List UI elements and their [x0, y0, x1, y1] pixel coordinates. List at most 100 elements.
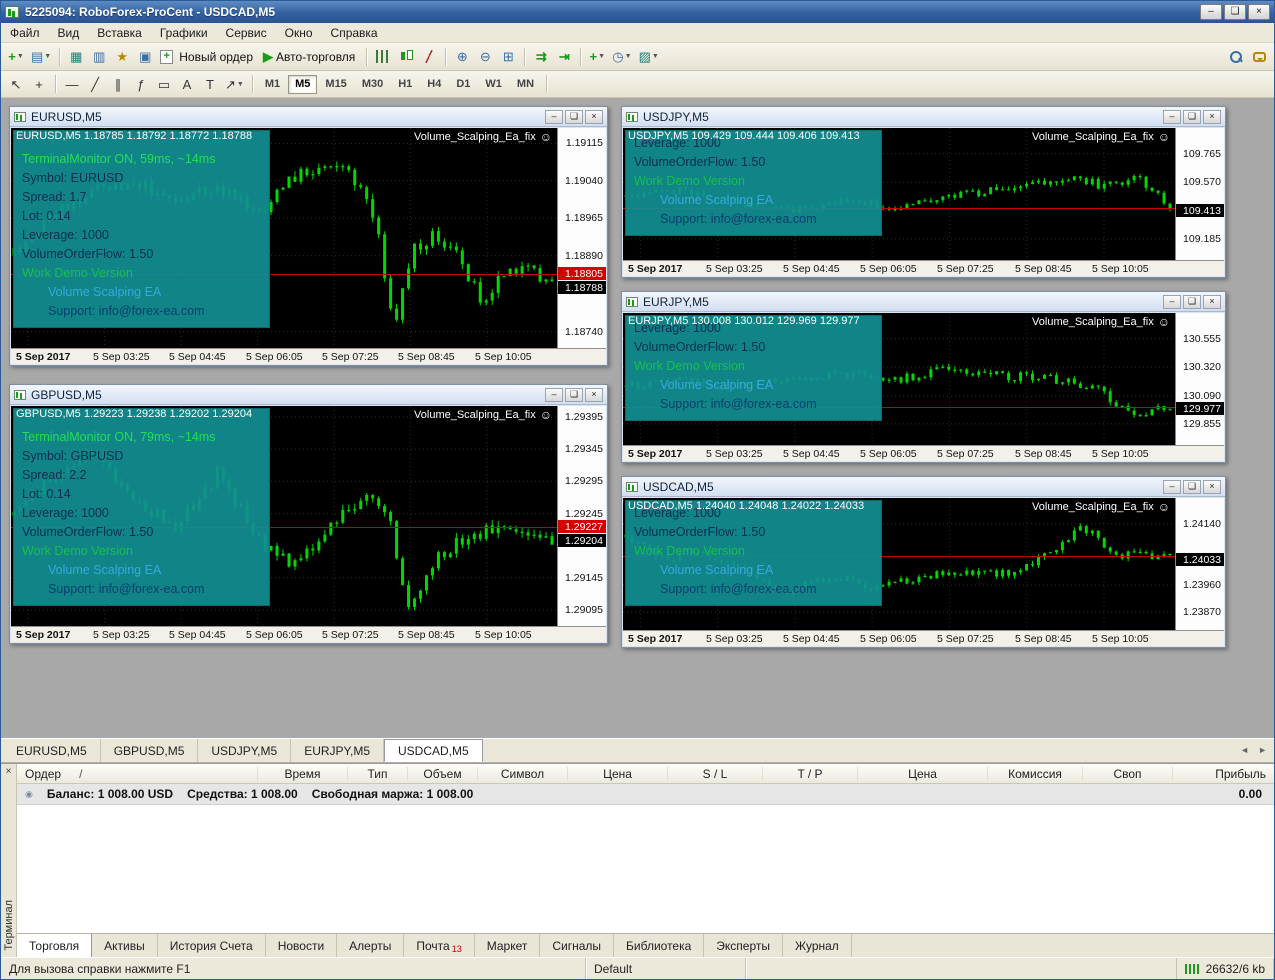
data-window-button[interactable]: ▥: [88, 46, 110, 68]
menu-item-file[interactable]: Файл: [1, 24, 49, 42]
chart-minimize-button[interactable]: –: [1163, 109, 1181, 124]
chart-tab-usdjpy[interactable]: USDJPY,M5: [198, 739, 292, 762]
new-chart-button[interactable]: + ▼: [5, 46, 27, 68]
zoom-out-button[interactable]: ⊖: [474, 46, 496, 68]
chart-window-titlebar[interactable]: USDCAD,M5 – ❏ ×: [622, 477, 1225, 497]
chart-window-titlebar[interactable]: EURJPY,M5 – ❏ ×: [622, 292, 1225, 312]
terminal-button[interactable]: ▣: [134, 46, 156, 68]
price-scale[interactable]: 109.765 109.570 109.185 109.413: [1175, 128, 1224, 260]
window-close-button[interactable]: ×: [1248, 4, 1270, 20]
chart-canvas[interactable]: Leverage: 1000 VolumeOrderFlow: 1.50 Work …: [623, 498, 1175, 630]
terminal-tab-сигналы[interactable]: Сигналы: [540, 934, 615, 957]
timeframe-button-h4[interactable]: H4: [420, 75, 448, 94]
text-label-button[interactable]: T: [199, 73, 221, 95]
window-titlebar[interactable]: 5225094: RoboForex-ProCent - USDCAD,M5 –…: [1, 1, 1274, 23]
bar-chart-button[interactable]: [372, 46, 394, 68]
chart-canvas[interactable]: TerminalMonitor ON, 79ms, ~14ms Symbol: G…: [11, 406, 557, 626]
new-order-button[interactable]: + Новый ордер: [157, 46, 259, 68]
terminal-column-5[interactable]: Цена: [567, 766, 667, 781]
channel-button[interactable]: ∥: [107, 73, 129, 95]
price-scale[interactable]: 1.29395 1.29345 1.29295 1.29245 1.29145 1.290…: [557, 406, 606, 626]
text-button[interactable]: A: [176, 73, 198, 95]
timeframe-button-h1[interactable]: H1: [391, 75, 419, 94]
timeframe-button-d1[interactable]: D1: [449, 75, 477, 94]
candlestick-chart-button[interactable]: [395, 46, 417, 68]
chart-window-titlebar[interactable]: EURUSD,M5 – ❏ ×: [10, 107, 607, 127]
chart-window-titlebar[interactable]: USDJPY,M5 – ❏ ×: [622, 107, 1225, 127]
terminal-tab-эксперты[interactable]: Эксперты: [704, 934, 784, 957]
chart-window-titlebar[interactable]: GBPUSD,M5 – ❏ ×: [10, 385, 607, 405]
terminal-tab-история-счета[interactable]: История Счета: [158, 934, 266, 957]
chart-minimize-button[interactable]: –: [1163, 479, 1181, 494]
menu-item-help[interactable]: Справка: [322, 24, 387, 42]
tile-windows-button[interactable]: ⊞: [497, 46, 519, 68]
chart-close-button[interactable]: ×: [1203, 294, 1221, 309]
terminal-column-4[interactable]: Символ: [477, 766, 567, 781]
time-axis[interactable]: 5 Sep 2017 5 Sep 03:25 5 Sep 04:45 5 Sep 06…: [623, 445, 1224, 461]
auto-scroll-button[interactable]: ⇉: [530, 46, 552, 68]
tab-scroll-right-button[interactable]: ►: [1255, 744, 1270, 756]
terminal-tab-журнал[interactable]: Журнал: [783, 934, 852, 957]
window-minimize-button[interactable]: –: [1200, 4, 1222, 20]
terminal-column-11[interactable]: Прибыль: [1172, 766, 1274, 781]
chart-tab-eurjpy[interactable]: EURJPY,M5: [291, 739, 384, 762]
terminal-column-8[interactable]: Цена: [857, 766, 987, 781]
chart-canvas[interactable]: Leverage: 1000 VolumeOrderFlow: 1.50 Work …: [623, 128, 1175, 260]
status-profile[interactable]: Default: [586, 958, 746, 979]
price-scale[interactable]: 1.24140 1.23960 1.23870 1.24033: [1175, 498, 1224, 630]
chart-tab-eurusd[interactable]: EURUSD,M5: [3, 739, 101, 762]
market-watch-button[interactable]: ▦: [65, 46, 87, 68]
terminal-tab-маркет[interactable]: Маркет: [475, 934, 541, 957]
terminal-tab-алерты[interactable]: Алерты: [337, 934, 405, 957]
chart-close-button[interactable]: ×: [1203, 479, 1221, 494]
chart-tab-gbpusd[interactable]: GBPUSD,M5: [101, 739, 199, 762]
chart-canvas[interactable]: TerminalMonitor ON, 59ms, ~14ms Symbol: E…: [11, 128, 557, 348]
window-restore-button[interactable]: ❏: [1224, 4, 1246, 20]
chat-button[interactable]: [1248, 46, 1270, 68]
profiles-button[interactable]: ▤ ▼: [28, 46, 54, 68]
terminal-tab-новости[interactable]: Новости: [266, 934, 338, 957]
chart-close-button[interactable]: ×: [585, 387, 603, 402]
timeframe-button-m15[interactable]: M15: [318, 75, 353, 94]
chart-minimize-button[interactable]: –: [545, 387, 563, 402]
terminal-column-0[interactable]: Ордер /: [17, 767, 257, 781]
menu-item-view[interactable]: Вид: [49, 24, 89, 42]
chart-restore-button[interactable]: ❏: [1183, 294, 1201, 309]
timeframe-button-m5[interactable]: M5: [288, 74, 318, 94]
menu-item-window[interactable]: Окно: [276, 24, 322, 42]
chart-minimize-button[interactable]: –: [545, 109, 563, 124]
chart-minimize-button[interactable]: –: [1163, 294, 1181, 309]
shapes-button[interactable]: ▭: [153, 73, 175, 95]
timeframe-button-w1[interactable]: W1: [478, 75, 509, 94]
arrows-button[interactable]: ↗ ▼: [222, 73, 247, 95]
auto-trading-button[interactable]: ▶ Авто-торговля: [260, 46, 361, 68]
trendline-button[interactable]: ╱: [84, 73, 106, 95]
time-axis[interactable]: 5 Sep 2017 5 Sep 03:25 5 Sep 04:45 5 Sep 06…: [623, 630, 1224, 646]
menu-item-service[interactable]: Сервис: [217, 24, 276, 42]
chart-tab-usdcad[interactable]: USDCAD,M5: [384, 739, 483, 762]
terminal-tab-библиотека[interactable]: Библиотека: [614, 934, 705, 957]
horizontal-line-button[interactable]: —: [61, 73, 83, 95]
menu-item-charts[interactable]: Графики: [151, 24, 217, 42]
line-chart-button[interactable]: [418, 46, 440, 68]
chart-restore-button[interactable]: ❏: [1183, 479, 1201, 494]
timeframe-button-m1[interactable]: M1: [258, 75, 287, 94]
time-axis[interactable]: 5 Sep 2017 5 Sep 03:25 5 Sep 04:45 5 Sep 06…: [623, 260, 1224, 276]
chart-restore-button[interactable]: ❏: [565, 109, 583, 124]
chart-restore-button[interactable]: ❏: [565, 387, 583, 402]
terminal-column-6[interactable]: S / L: [667, 766, 762, 781]
periods-button[interactable]: ◷ ▼: [609, 46, 634, 68]
price-scale[interactable]: 130.555 130.320 130.090 129.855 129.977: [1175, 313, 1224, 445]
terminal-close-icon[interactable]: ×: [6, 764, 12, 779]
chart-close-button[interactable]: ×: [1203, 109, 1221, 124]
terminal-column-1[interactable]: Время: [257, 766, 347, 781]
terminal-tab-активы[interactable]: Активы: [92, 934, 158, 957]
tab-scroll-left-button[interactable]: ◄: [1237, 744, 1252, 756]
terminal-tab-почта[interactable]: Почта 13: [404, 934, 475, 957]
cursor-button[interactable]: ↖: [5, 73, 27, 95]
templates-button[interactable]: ▨ ▼: [636, 46, 662, 68]
indicators-button[interactable]: + ▼: [586, 46, 608, 68]
search-button[interactable]: [1225, 46, 1247, 68]
chart-restore-button[interactable]: ❏: [1183, 109, 1201, 124]
time-axis[interactable]: 5 Sep 2017 5 Sep 03:25 5 Sep 04:45 5 Sep 06…: [11, 626, 606, 642]
